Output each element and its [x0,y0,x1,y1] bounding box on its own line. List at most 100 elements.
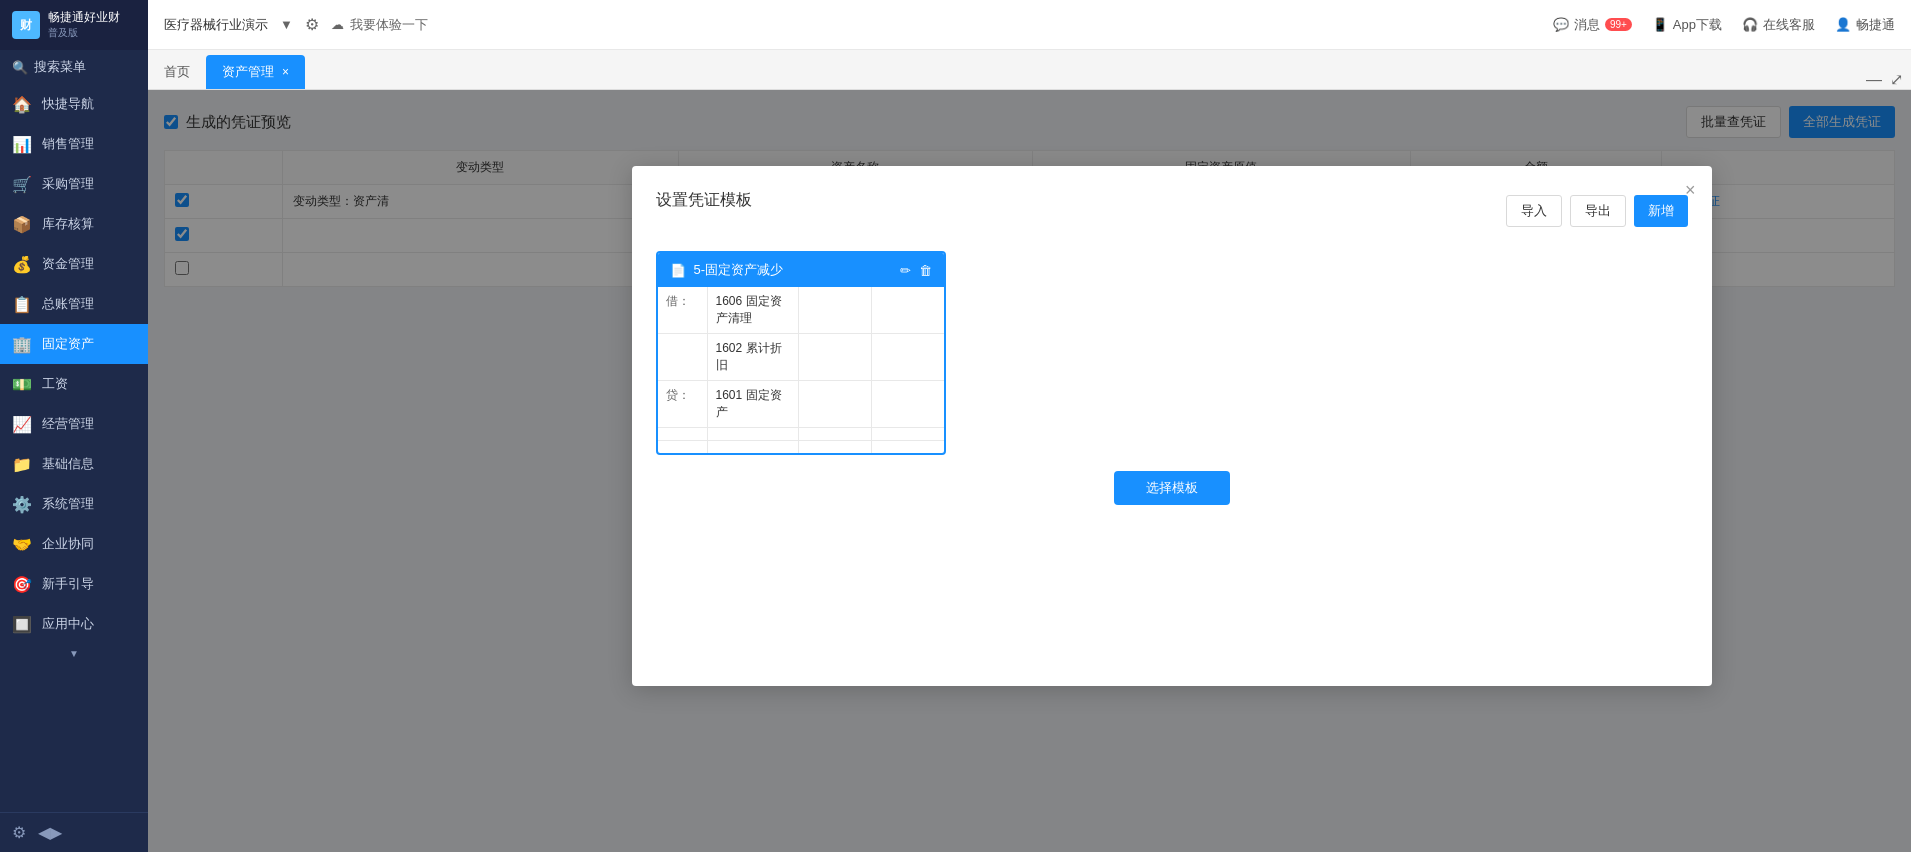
sidebar-item-operations[interactable]: 📈 经营管理 [0,404,148,444]
online-service-button[interactable]: 🎧 在线客服 [1742,16,1815,34]
inventory-icon: 📦 [12,214,32,234]
template-edit-icon[interactable]: ✏ [900,263,911,278]
app-center-icon: 🔲 [12,614,32,634]
operations-icon: 📈 [12,414,32,434]
sales-icon: 📊 [12,134,32,154]
tab-maximize-icon[interactable]: ⤢ [1890,70,1903,89]
try-button[interactable]: ☁ 我要体验一下 [331,16,428,34]
debit-label-1: 借： [658,287,708,333]
sidebar-item-system[interactable]: ⚙️ 系统管理 [0,484,148,524]
sidebar-item-enterprise[interactable]: 🤝 企业协同 [0,524,148,564]
tab-close-icon[interactable]: × [282,65,289,79]
message-button[interactable]: 💬 消息 99+ [1553,16,1632,34]
modal-header: 设置凭证模板 导入 导出 新增 [656,190,1688,231]
scroll-down-arrow[interactable]: ▼ [0,644,148,663]
search-label: 搜索菜单 [34,58,86,76]
sidebar-item-ledger[interactable]: 📋 总账管理 [0,284,148,324]
voucher-template-modal: 设置凭证模板 导入 导出 新增 × 📄 5-固定资产减少 ✏ 🗑 [632,166,1712,686]
sidebar-item-label: 总账管理 [42,295,94,313]
debit-account-2: 1602 累计折旧 [708,334,799,380]
service-icon: 🎧 [1742,17,1758,32]
company-caret-icon[interactable]: ▼ [280,17,293,32]
app-logo: 财 畅捷通好业财 普及版 [0,0,148,50]
search-icon: 🔍 [12,60,28,75]
tab-asset-mgmt[interactable]: 资产管理 × [206,55,305,89]
fixed-assets-icon: 🏢 [12,334,32,354]
sidebar-item-sales[interactable]: 📊 销售管理 [0,124,148,164]
credit-amount-1 [799,381,872,427]
empty-account-1 [708,428,799,440]
modal-close-button[interactable]: × [1685,180,1696,201]
sidebar-item-label: 新手引导 [42,575,94,593]
logo-icon: 财 [12,11,40,39]
debit-account-1: 1606 固定资产清理 [708,287,799,333]
app-download-label: App下载 [1673,16,1722,34]
cloud-icon: ☁ [331,17,344,32]
sidebar-item-label: 基础信息 [42,455,94,473]
tab-minimize-icon[interactable]: — [1866,71,1882,89]
template-header-actions: ✏ 🗑 [900,263,932,278]
sidebar-item-quick-nav[interactable]: 🏠 快捷导航 [0,84,148,124]
collapse-icon[interactable]: ◀▶ [38,823,62,842]
export-button[interactable]: 导出 [1570,195,1626,227]
template-row-debit-1: 借： 1606 固定资产清理 [658,287,944,334]
settings-gear-icon[interactable]: ⚙ [305,15,319,34]
template-name: 5-固定资产减少 [694,261,784,279]
template-delete-icon[interactable]: 🗑 [919,263,932,278]
empty-extra-2 [872,441,944,453]
user-button[interactable]: 👤 畅捷通 [1835,16,1895,34]
header-left: 医疗器械行业演示 ▼ ⚙ ☁ 我要体验一下 [164,15,428,34]
sidebar-item-inventory[interactable]: 📦 库存核算 [0,204,148,244]
tab-bar: 首页 资产管理 × — ⤢ [148,50,1911,90]
app-download-button[interactable]: 📱 App下载 [1652,16,1722,34]
sidebar-item-label: 系统管理 [42,495,94,513]
sidebar-nav: 🏠 快捷导航 📊 销售管理 🛒 采购管理 📦 库存核算 💰 资金管理 📋 总账管… [0,84,148,812]
sidebar-item-salary[interactable]: 💵 工资 [0,364,148,404]
sidebar-item-app-center[interactable]: 🔲 应用中心 [0,604,148,644]
select-template-button[interactable]: 选择模板 [1114,471,1230,505]
sidebar-item-label: 库存核算 [42,215,94,233]
search-menu[interactable]: 🔍 搜索菜单 [0,50,148,84]
try-label: 我要体验一下 [350,16,428,34]
template-card-body: 借： 1606 固定资产清理 1602 累计折旧 贷： 1601 固定资产 [658,287,944,453]
sidebar-item-guide[interactable]: 🎯 新手引导 [0,564,148,604]
credit-extra-1 [872,381,944,427]
modal-title: 设置凭证模板 [656,190,752,211]
app-name: 畅捷通好业财 [48,10,120,26]
guide-icon: 🎯 [12,574,32,594]
template-row-empty-2 [658,441,944,453]
sidebar-item-label: 销售管理 [42,135,94,153]
new-template-button[interactable]: 新增 [1634,195,1688,227]
user-avatar-icon: 👤 [1835,17,1851,32]
sidebar-item-label: 资金管理 [42,255,94,273]
purchase-icon: 🛒 [12,174,32,194]
basic-info-icon: 📁 [12,454,32,474]
sidebar-item-label: 应用中心 [42,615,94,633]
system-icon: ⚙️ [12,494,32,514]
empty-amount-2 [799,441,872,453]
debit-extra-1 [872,287,944,333]
empty-extra-1 [872,428,944,440]
header-right: 💬 消息 99+ 📱 App下载 🎧 在线客服 👤 畅捷通 [1553,16,1895,34]
sidebar-item-basic-info[interactable]: 📁 基础信息 [0,444,148,484]
sidebar-item-capital[interactable]: 💰 资金管理 [0,244,148,284]
template-row-credit-1: 贷： 1601 固定资产 [658,381,944,428]
quick-nav-icon: 🏠 [12,94,32,114]
settings-icon[interactable]: ⚙ [12,823,26,842]
tab-home-label: 首页 [164,63,190,81]
download-icon: 📱 [1652,17,1668,32]
debit-extra-2 [872,334,944,380]
template-row-empty-1 [658,428,944,441]
tab-home[interactable]: 首页 [148,55,206,89]
message-label: 消息 [1574,16,1600,34]
credit-account-1: 1601 固定资产 [708,381,799,427]
empty-label-1 [658,428,708,440]
debit-amount-2 [799,334,872,380]
sidebar-item-fixed-assets[interactable]: 🏢 固定资产 [0,324,148,364]
modal-actions: 导入 导出 新增 [1506,195,1688,227]
header: 医疗器械行业演示 ▼ ⚙ ☁ 我要体验一下 💬 消息 99+ 📱 App下载 🎧… [148,0,1911,50]
user-name: 畅捷通 [1856,16,1895,34]
import-button[interactable]: 导入 [1506,195,1562,227]
sidebar: 财 畅捷通好业财 普及版 🔍 搜索菜单 🏠 快捷导航 📊 销售管理 🛒 采购管理… [0,0,148,852]
sidebar-item-purchase[interactable]: 🛒 采购管理 [0,164,148,204]
